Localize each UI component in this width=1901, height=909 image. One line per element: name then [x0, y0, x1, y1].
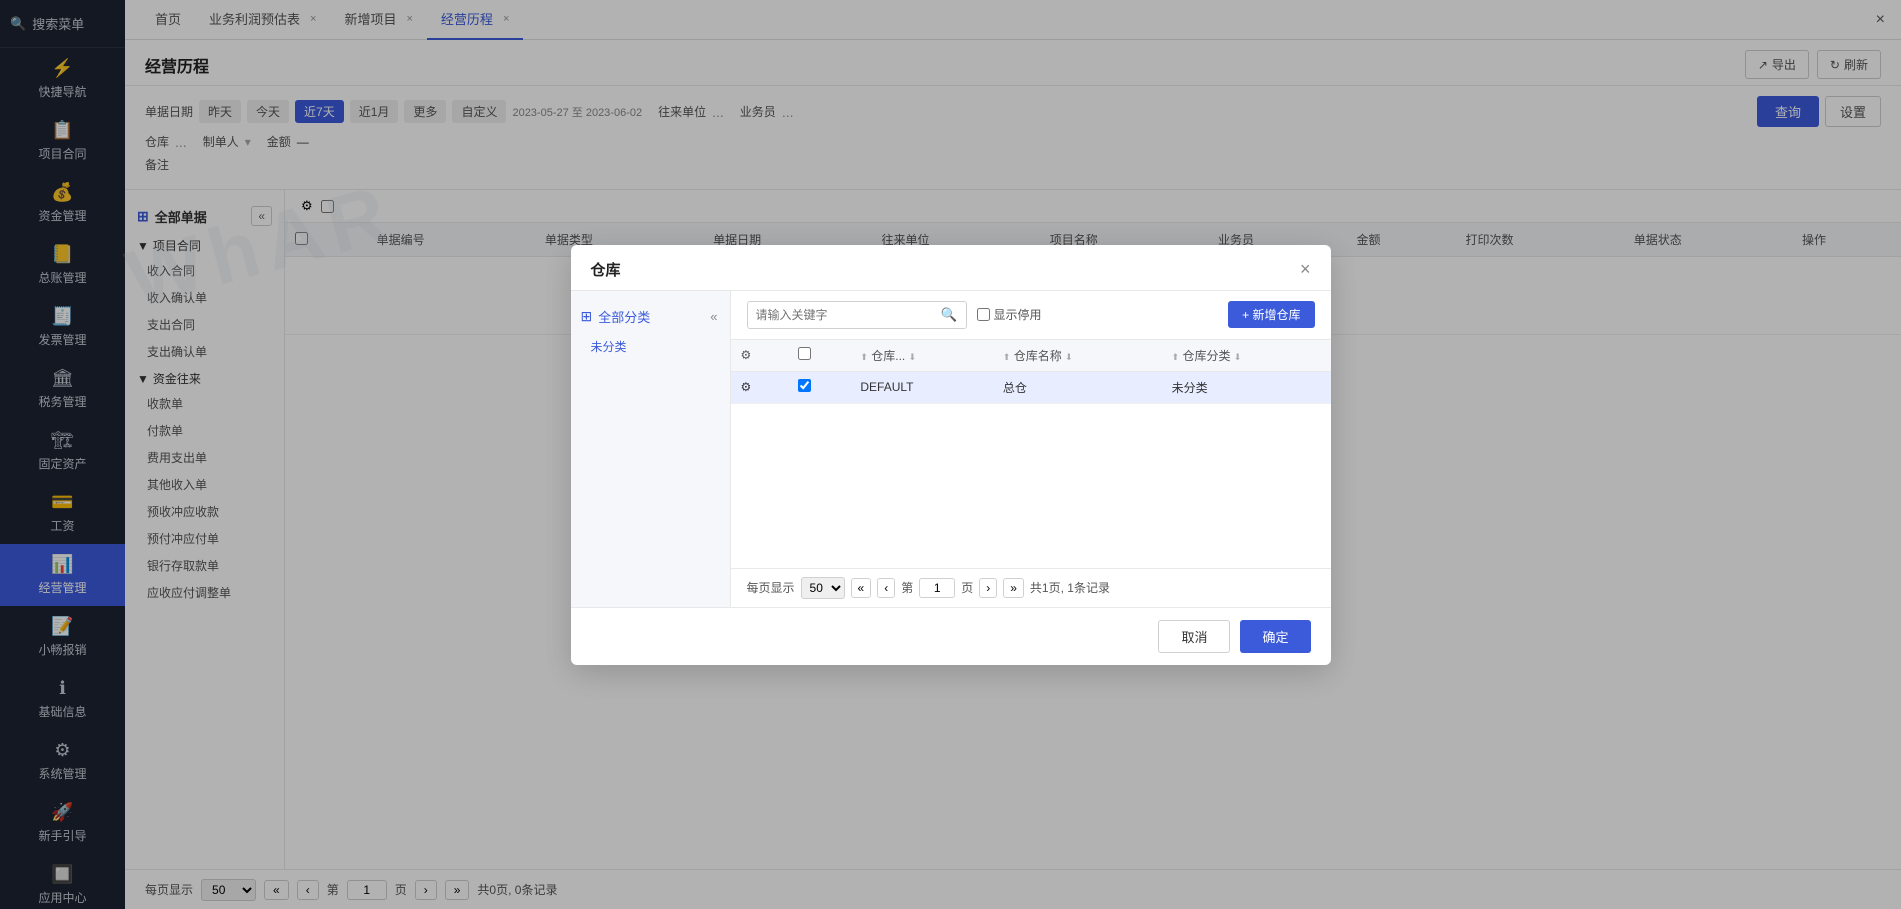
show-disabled-label: 显示停用	[994, 306, 1042, 323]
modal-grid-icon: ⊞	[581, 308, 593, 325]
modal-next-page[interactable]: ›	[979, 578, 997, 598]
modal-col-category: ⬆ 仓库分类 ⬇	[1162, 340, 1331, 372]
modal-header: 仓库 ×	[571, 245, 1331, 291]
modal-table-header: ⚙ ⬆ 仓库... ⬇ ⬆ 仓库名称 ⬇	[731, 340, 1331, 372]
modal-settings-icon[interactable]: ⚙	[741, 348, 752, 362]
modal-all-category-label: 全部分类	[598, 307, 650, 326]
modal-left-panel: ⊞ 全部分类 « 未分类	[571, 291, 731, 607]
modal-row-name: 总仓	[993, 371, 1162, 403]
modal-per-page-label: 每页显示	[747, 579, 795, 596]
modal-page-label: 第	[901, 579, 913, 596]
row-settings-icon[interactable]: ⚙	[741, 380, 752, 394]
modal-body: ⊞ 全部分类 « 未分类 🔍 显示停用	[571, 291, 1331, 607]
modal-search-box: 🔍	[747, 301, 967, 329]
modal-first-page[interactable]: «	[851, 578, 872, 598]
modal-toolbar: 🔍 显示停用 + 新增仓库	[731, 291, 1331, 340]
modal-page-unit: 页	[961, 579, 973, 596]
modal-title: 仓库	[591, 259, 621, 280]
sort-icon-cat-up: ⬆	[1172, 352, 1180, 362]
modal-close-button[interactable]: ×	[1300, 259, 1311, 280]
modal-page-input[interactable]	[919, 578, 955, 598]
modal-col-name: ⬆ 仓库名称 ⬇	[993, 340, 1162, 372]
add-warehouse-button[interactable]: + 新增仓库	[1228, 301, 1314, 328]
show-disabled-checkbox[interactable]: 显示停用	[977, 306, 1042, 323]
show-disabled-input[interactable]	[977, 308, 990, 321]
modal-right-panel: 🔍 显示停用 + 新增仓库 ⚙	[731, 291, 1331, 607]
modal-actions: 取消 确定	[571, 607, 1331, 665]
sort-icon-name-down: ⬇	[1065, 352, 1073, 362]
modal-header-checkbox[interactable]	[798, 347, 811, 360]
modal-all-category[interactable]: ⊞ 全部分类 «	[571, 301, 730, 332]
modal-uncategorized-item[interactable]: 未分类	[571, 332, 730, 361]
modal-row-check[interactable]	[788, 371, 850, 403]
modal-prev-page[interactable]: ‹	[877, 578, 895, 598]
modal-col-settings: ⚙	[731, 340, 789, 372]
modal-pagination: 每页显示 50 « ‹ 第 页 › » 共1页, 1条记录	[731, 568, 1331, 607]
warehouse-modal: 仓库 × ⊞ 全部分类 « 未分类 🔍	[571, 245, 1331, 665]
sort-icon-up: ⬆	[860, 352, 868, 362]
confirm-button[interactable]: 确定	[1240, 620, 1310, 653]
modal-row-checkbox[interactable]	[798, 379, 811, 392]
modal-total-label: 共1页, 1条记录	[1030, 579, 1110, 596]
modal-row-code: DEFAULT	[850, 371, 992, 403]
modal-table-row[interactable]: ⚙ DEFAULT 总仓 未分类	[731, 371, 1331, 403]
modal-per-page-select[interactable]: 50	[801, 577, 845, 599]
modal-overlay: 仓库 × ⊞ 全部分类 « 未分类 🔍	[0, 0, 1901, 909]
sort-icon-down: ⬇	[909, 352, 917, 362]
modal-collapse-icon[interactable]: «	[710, 309, 717, 324]
modal-col-check	[788, 340, 850, 372]
modal-row-settings[interactable]: ⚙	[731, 371, 789, 403]
modal-row-category: 未分类	[1162, 371, 1331, 403]
modal-search-button[interactable]: 🔍	[933, 302, 966, 328]
modal-last-page[interactable]: »	[1003, 578, 1024, 598]
modal-table: ⚙ ⬆ 仓库... ⬇ ⬆ 仓库名称 ⬇	[731, 340, 1331, 404]
modal-search-input[interactable]	[748, 303, 933, 327]
sort-icon-cat-down: ⬇	[1234, 352, 1242, 362]
modal-col-code: ⬆ 仓库... ⬇	[850, 340, 992, 372]
modal-table-wrapper: ⚙ ⬆ 仓库... ⬇ ⬆ 仓库名称 ⬇	[731, 340, 1331, 568]
sort-icon-name-up: ⬆	[1003, 352, 1011, 362]
cancel-button[interactable]: 取消	[1158, 620, 1230, 653]
